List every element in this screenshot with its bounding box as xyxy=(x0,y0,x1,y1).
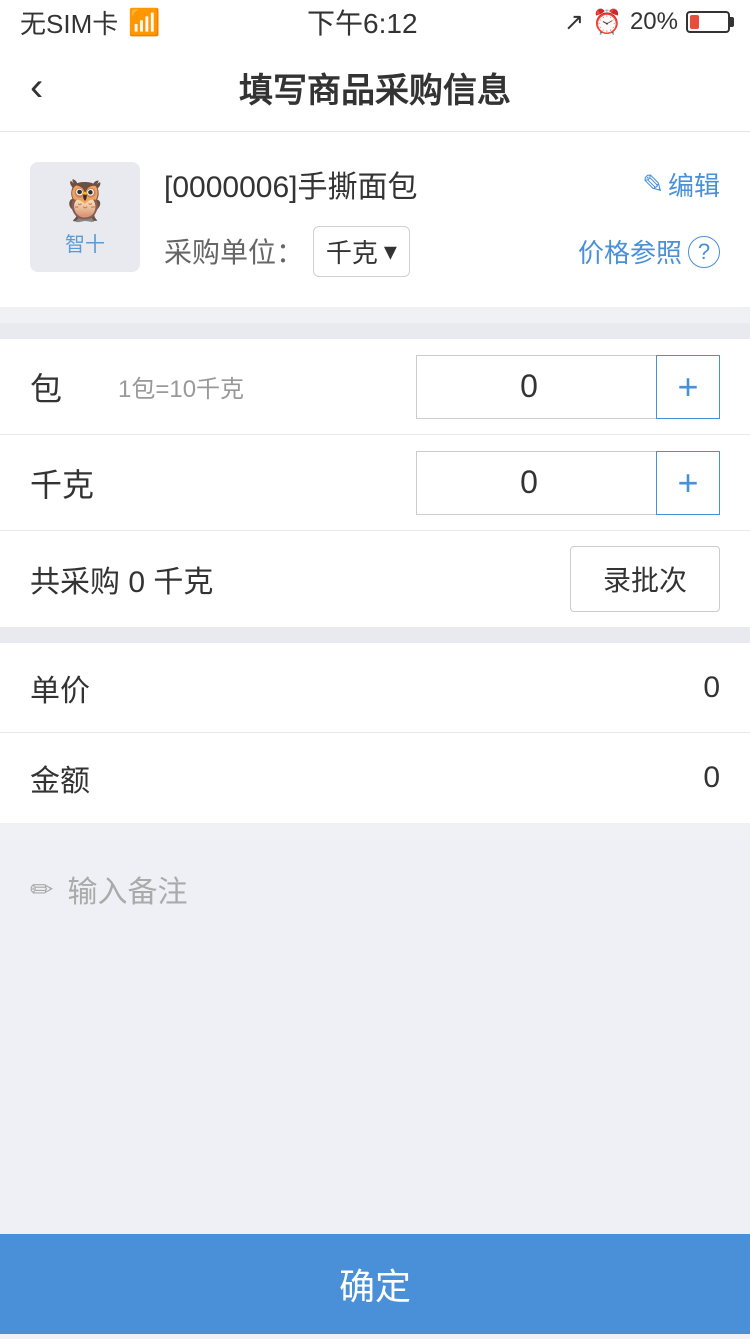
product-info: [0000006]手撕面包 ✎ 编辑 采购单位： 千克 ▾ 价格参照 ? xyxy=(164,162,720,277)
battery-icon xyxy=(686,11,730,33)
amount-row: 金额 0 xyxy=(0,733,750,823)
unit-price-label: 单价 xyxy=(30,666,90,710)
section-divider-1 xyxy=(0,323,750,339)
bag-sub-label: 1包=10千克 xyxy=(118,369,244,404)
amount-label: 金额 xyxy=(30,756,90,800)
edit-button[interactable]: ✎ 编辑 xyxy=(642,166,720,203)
product-image: 🦉 智十 xyxy=(30,162,140,272)
confirm-button[interactable]: 确定 xyxy=(0,1234,750,1334)
kg-quantity-input[interactable] xyxy=(416,451,656,515)
battery-percent: 20% xyxy=(630,8,678,36)
status-bar: 无SIM卡 📶 下午6:12 ↗ ⏰ 20% xyxy=(0,0,750,44)
summary-row: 共采购 0 千克 录批次 xyxy=(0,531,750,627)
unit-row: 采购单位： 千克 ▾ 价格参照 ? xyxy=(164,226,720,277)
status-bar-left: 无SIM卡 📶 xyxy=(20,4,161,41)
record-batch-button[interactable]: 录批次 xyxy=(570,546,720,612)
nav-title: 填写商品采购信息 xyxy=(239,63,511,112)
remark-placeholder: 输入备注 xyxy=(67,867,187,911)
kg-label: 千克 xyxy=(30,460,110,506)
status-bar-right: ↗ ⏰ 20% xyxy=(564,8,730,37)
confirm-button-container: 确定 xyxy=(0,1234,750,1334)
brand-text: 智十 xyxy=(65,228,105,257)
kg-input-control: + xyxy=(110,451,720,515)
summary-text: 共采购 0 千克 xyxy=(30,557,213,601)
help-icon: ? xyxy=(688,236,720,268)
product-logo-icon: 🦉 xyxy=(60,177,110,224)
carrier-label: 无SIM卡 xyxy=(20,4,118,41)
kg-plus-button[interactable]: + xyxy=(656,451,720,515)
unit-value: 千克 xyxy=(326,233,378,270)
location-icon: ↗ xyxy=(564,8,584,37)
price-ref-label: 价格参照 xyxy=(578,233,682,270)
unit-price-value: 0 xyxy=(703,671,720,705)
content-area xyxy=(0,939,750,1239)
back-button[interactable]: ‹ xyxy=(20,55,53,120)
unit-price-row: 单价 0 xyxy=(0,643,750,733)
edit-label: 编辑 xyxy=(668,166,720,203)
pencil-icon: ✏ xyxy=(30,873,53,906)
edit-icon: ✎ xyxy=(642,169,664,200)
bag-plus-button[interactable]: + xyxy=(656,355,720,419)
price-ref-button[interactable]: 价格参照 ? xyxy=(578,233,720,270)
alarm-icon: ⏰ xyxy=(592,8,622,37)
kg-input-row: 千克 + xyxy=(0,435,750,531)
bag-input-row: 包 1包=10千克 + xyxy=(0,339,750,435)
dropdown-arrow-icon: ▾ xyxy=(384,236,397,267)
bag-input-control: + xyxy=(244,355,720,419)
price-section: 单价 0 金额 0 xyxy=(0,643,750,823)
wifi-icon: 📶 xyxy=(128,7,160,38)
amount-value: 0 xyxy=(703,761,720,795)
product-name: [0000006]手撕面包 xyxy=(164,162,417,206)
nav-bar: ‹ 填写商品采购信息 xyxy=(0,44,750,132)
bag-label: 包 xyxy=(30,364,110,410)
bag-quantity-input[interactable] xyxy=(416,355,656,419)
product-card: 🦉 智十 [0000006]手撕面包 ✎ 编辑 采购单位： 千克 ▾ 价格参照 … xyxy=(0,132,750,307)
unit-label: 采购单位： xyxy=(164,237,304,268)
product-name-row: [0000006]手撕面包 ✎ 编辑 xyxy=(164,162,720,206)
time-label: 下午6:12 xyxy=(307,2,418,42)
section-divider-2 xyxy=(0,627,750,643)
input-section: 包 1包=10千克 + 千克 + xyxy=(0,339,750,531)
unit-label-group: 采购单位： 千克 ▾ xyxy=(164,226,410,277)
unit-selector[interactable]: 千克 ▾ xyxy=(313,226,410,277)
remark-section[interactable]: ✏ 输入备注 xyxy=(0,839,750,939)
